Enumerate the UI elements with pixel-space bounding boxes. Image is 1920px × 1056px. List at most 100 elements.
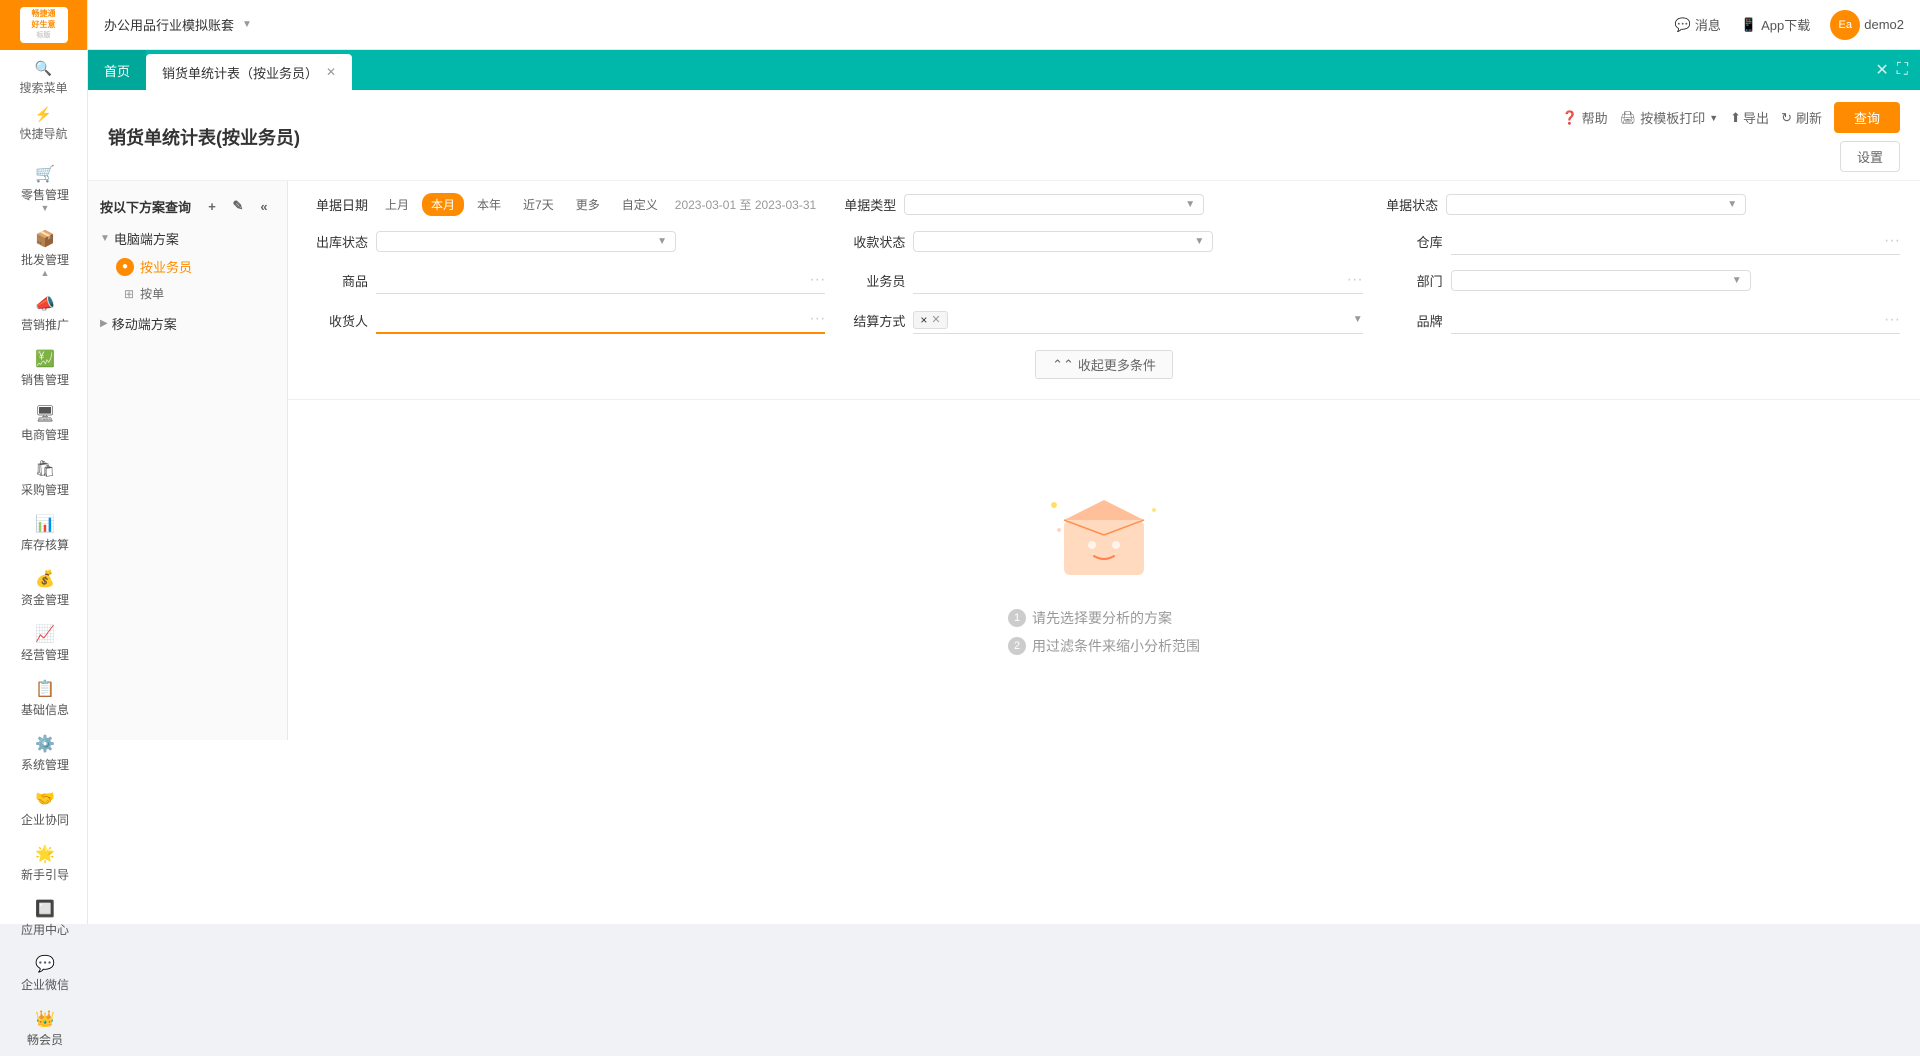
group-mobile-label: 移动端方案	[112, 314, 177, 333]
app-logo: 畅捷通好生意标版	[0, 0, 87, 50]
wholesale-icon: 📦	[35, 229, 55, 249]
brand-input[interactable]: ···	[1451, 307, 1900, 334]
download-icon: 📱	[1741, 17, 1757, 33]
sidebar-item-enterprise[interactable]: 🤝 企业协同	[0, 781, 87, 836]
status-select[interactable]: ▼	[1446, 194, 1746, 215]
page-title: 销货单统计表(按业务员)	[108, 124, 300, 150]
scheme-group-pc: ▼ 电脑端方案 ● 按业务员 ⊞ 按单	[88, 225, 287, 306]
dept-select[interactable]: ▼	[1451, 270, 1751, 291]
brand-dots[interactable]: ···	[1884, 311, 1900, 329]
filter-row-1: 单据日期 上月 本月 本年 近7天 更多 自定义 2023-03-01 至 20…	[308, 193, 1900, 216]
scheme-group-mobile-header[interactable]: ▶ 移动端方案	[88, 310, 287, 337]
download-btn[interactable]: 📱 App下载	[1741, 15, 1810, 34]
sidebar-item-operations[interactable]: 📈 经营管理	[0, 616, 87, 671]
settlement-tag: × ✕	[913, 311, 947, 329]
sidebar-item-system[interactable]: ⚙️ 系统管理	[0, 726, 87, 781]
sidebar-item-inventory[interactable]: 📊 库存核算	[0, 506, 87, 561]
empty-hint-1: 1 请先选择要分析的方案	[1008, 604, 1200, 632]
sidebar-item-guide[interactable]: 🌟 新手引导	[0, 836, 87, 891]
tab-expand-icon[interactable]: ⛶	[1897, 61, 1908, 79]
sidebar-item-retail[interactable]: 🛒 零售管理 ▼	[0, 156, 87, 221]
logo-text: 畅捷通好生意标版	[20, 7, 68, 43]
date-btn-7days[interactable]: 近7天	[514, 193, 563, 216]
print-btn[interactable]: 🖨 按模板打印 ▼	[1620, 108, 1718, 127]
print-arrow-icon: ▼	[1709, 113, 1718, 123]
receive-status-label: 收款状态	[845, 232, 905, 251]
goods-input[interactable]: ···	[376, 267, 825, 294]
scheme-add-btn[interactable]: +	[201, 195, 223, 217]
receive-status-select[interactable]: ▼	[913, 231, 1213, 252]
goods-dots[interactable]: ···	[809, 271, 825, 289]
finance-icon: 💰	[35, 569, 55, 589]
scheme-panel: 按以下方案查询 + ✎ «	[88, 181, 288, 740]
breadcrumb-arrow[interactable]: ▼	[242, 19, 252, 30]
tab-sales-report[interactable]: 销货单统计表（按业务员） ✕	[146, 54, 352, 90]
settlement-control: × ✕ ▼	[913, 307, 1362, 334]
warehouse-dots[interactable]: ···	[1884, 232, 1900, 250]
export-btn[interactable]: ⬆ 导出	[1730, 108, 1769, 127]
scheme-group-pc-header[interactable]: ▼ 电脑端方案	[88, 225, 287, 252]
scheme-group-mobile: ▶ 移动端方案	[88, 310, 287, 337]
collapse-btn[interactable]: ⌃⌃ 收起更多条件	[1035, 350, 1173, 379]
salesman-dots[interactable]: ···	[1347, 271, 1363, 289]
date-btn-more[interactable]: 更多	[567, 193, 609, 216]
refresh-btn[interactable]: ↻ 刷新	[1781, 108, 1822, 127]
settings-button[interactable]: 设置	[1840, 141, 1900, 172]
filter-warehouse: 仓库 ···	[1383, 228, 1900, 255]
sidebar-item-apps[interactable]: 🔲 应用中心	[0, 891, 87, 946]
scheme-collapse-btn[interactable]: «	[253, 195, 275, 217]
salesman-label: 业务员	[845, 271, 905, 290]
warehouse-input[interactable]: ···	[1451, 228, 1900, 255]
receive-status-arrow: ▼	[1194, 236, 1204, 247]
receiver-dots[interactable]: ···	[809, 310, 825, 328]
filter-dept: 部门 ▼	[1383, 270, 1900, 291]
receiver-input[interactable]: ···	[376, 306, 825, 334]
salesman-scheme-icon: ●	[116, 258, 134, 276]
sidebar-item-member[interactable]: 👑 畅会员	[0, 1001, 87, 1056]
filter-goods: 商品 ···	[308, 267, 825, 294]
sidebar-item-marketing[interactable]: 📣 营销推广	[0, 286, 87, 341]
filter-receiver: 收货人 ···	[308, 306, 825, 334]
mobile-group-arrow: ▶	[100, 318, 108, 329]
search-menu[interactable]: 🔍 搜索菜单	[19, 50, 67, 100]
retail-icon: 🛒	[35, 164, 55, 184]
sidebar-item-wholesale[interactable]: 📦 批发管理 ▲	[0, 221, 87, 286]
tab-home[interactable]: 首页	[88, 50, 146, 90]
date-btn-this-year[interactable]: 本年	[468, 193, 510, 216]
filter-row-2: 出库状态 ▼ 收款状态 ▼	[308, 228, 1900, 255]
user-menu[interactable]: Ea demo2	[1830, 10, 1904, 40]
tab-minimize-icon[interactable]: ✕	[1875, 60, 1888, 80]
quick-nav[interactable]: ⚡ 快捷导航	[19, 100, 67, 148]
settlement-tag-close[interactable]: ✕	[931, 313, 940, 326]
sidebar-item-basics[interactable]: 📋 基础信息	[0, 671, 87, 726]
salesman-input[interactable]: ···	[913, 267, 1362, 294]
date-btn-this-month[interactable]: 本月	[422, 193, 464, 216]
goods-label: 商品	[308, 271, 368, 290]
status-label: 单据状态	[1378, 195, 1438, 214]
tab-close-icon[interactable]: ✕	[326, 65, 336, 79]
date-btn-last-month[interactable]: 上月	[376, 193, 418, 216]
scheme-item-by-salesman[interactable]: ● 按业务员	[88, 252, 287, 281]
sidebar-item-purchase[interactable]: 🛍 采购管理	[0, 451, 87, 506]
sidebar-item-sales[interactable]: 💹 销售管理	[0, 341, 87, 396]
sidebar-item-ecommerce[interactable]: 🖥 电商管理	[0, 396, 87, 451]
scheme-sub-item-by-order[interactable]: ⊞ 按单	[88, 281, 287, 306]
content-main: 单据日期 上月 本月 本年 近7天 更多 自定义 2023-03-01 至 20…	[288, 181, 1920, 740]
page-title-actions: ❓ 帮助 🖨 按模板打印 ▼ ⬆ 导出	[1561, 102, 1900, 172]
out-status-select[interactable]: ▼	[376, 231, 676, 252]
sidebar-item-finance[interactable]: 💰 资金管理	[0, 561, 87, 616]
inventory-icon: 📊	[35, 514, 55, 534]
date-btn-custom[interactable]: 自定义	[613, 193, 667, 216]
help-icon: ❓	[1561, 110, 1577, 126]
collapse-row: ⌃⌃ 收起更多条件	[308, 346, 1900, 387]
filter-status: 单据状态 ▼	[1378, 194, 1900, 215]
type-select[interactable]: ▼	[904, 194, 1204, 215]
message-btn[interactable]: 💬 消息	[1675, 15, 1721, 34]
help-btn[interactable]: ❓ 帮助	[1561, 108, 1607, 127]
group-expand-icon: ▼	[100, 233, 110, 244]
scheme-edit-btn[interactable]: ✎	[227, 195, 249, 217]
sidebar-item-wechat[interactable]: 💬 企业微信	[0, 946, 87, 1001]
group-pc-label: 电脑端方案	[114, 229, 179, 248]
query-button[interactable]: 查询	[1834, 102, 1900, 133]
filter-settlement: 结算方式 × ✕ ▼	[845, 307, 1362, 334]
